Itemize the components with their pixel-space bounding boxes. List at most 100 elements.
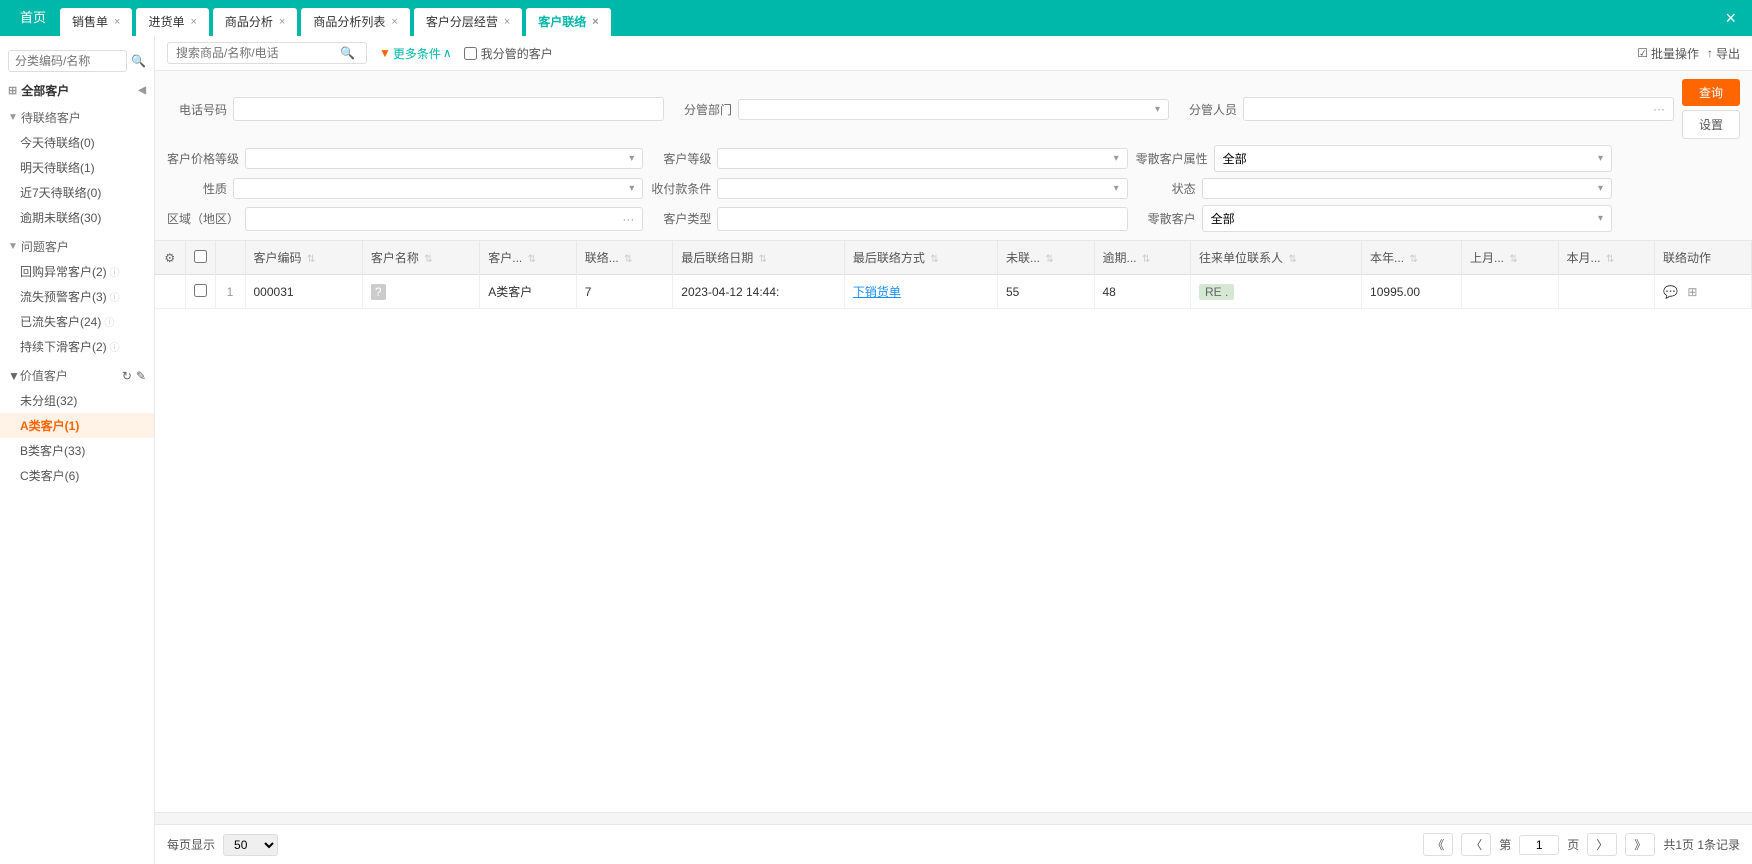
sidebar-item-churn-warning[interactable]: 流失预警客户(3) ⓘ — [0, 284, 154, 309]
first-page-button[interactable]: 《 — [1423, 833, 1453, 856]
filter-status-select[interactable]: ▾ — [1202, 178, 1612, 199]
sidebar-item-class-b[interactable]: B类客户(33) — [0, 438, 154, 463]
sort-icon-no-contact[interactable]: ⇅ — [1045, 254, 1053, 265]
sort-icon-unit[interactable]: ⇅ — [1288, 254, 1296, 265]
filter-search-icon[interactable]: 🔍 — [340, 46, 355, 60]
nav-tab-purchase[interactable]: 进货单 × — [136, 8, 208, 36]
sidebar-item-declining[interactable]: 持续下滑客户(2) ⓘ — [0, 334, 154, 359]
sidebar-item-overdue[interactable]: 逾期未联络(30) — [0, 205, 154, 230]
nav-tab-purchase-close[interactable]: × — [190, 8, 196, 36]
my-customer-checkbox[interactable]: 我分管的客户 — [464, 45, 553, 62]
th-this-year[interactable]: 本年... ⇅ — [1362, 241, 1462, 275]
filter-manager-select[interactable]: ··· — [1243, 97, 1674, 121]
sidebar-item-class-a[interactable]: A类客户(1) — [0, 413, 154, 438]
horizontal-scrollbar[interactable] — [155, 812, 1752, 824]
nav-tab-sales-close[interactable]: × — [114, 8, 120, 36]
td-row-checkbox[interactable] — [185, 275, 215, 309]
sort-icon-name[interactable]: ⇅ — [424, 254, 432, 265]
th-checkbox[interactable] — [185, 241, 215, 275]
last-page-button[interactable]: 》 — [1625, 833, 1655, 856]
td-last-contact-method[interactable]: 下销货单 — [844, 275, 997, 309]
nav-tab-customer-contact-close[interactable]: × — [592, 8, 598, 36]
sort-icon-this-month[interactable]: ⇅ — [1606, 254, 1614, 265]
th-unit-contact[interactable]: 往来单位联系人 ⇅ — [1191, 241, 1362, 275]
filter-price-level-select[interactable]: ▾ — [245, 148, 643, 169]
nav-tab-customer-mgmt-close[interactable]: × — [504, 8, 510, 36]
sidebar-collapse-icon[interactable]: ◀ — [138, 85, 146, 96]
sort-icon-overdue[interactable]: ⇅ — [1142, 254, 1150, 265]
td-actions[interactable]: 💬 ⊞ — [1655, 275, 1752, 309]
th-customer-code[interactable]: 客户编码 ⇅ — [245, 241, 362, 275]
dots-icon-region[interactable]: ··· — [622, 212, 634, 226]
th-last-contact-date[interactable]: 最后联络日期 ⇅ — [673, 241, 845, 275]
filter-payment-select[interactable]: ▾ — [717, 178, 1127, 199]
page-number-input[interactable] — [1519, 835, 1559, 855]
query-button[interactable]: 查询 — [1682, 79, 1740, 106]
nav-close-all-button[interactable]: × — [1717, 8, 1744, 29]
edit-icon[interactable]: ✎ — [136, 369, 146, 383]
sort-icon-year[interactable]: ⇅ — [1409, 254, 1417, 265]
filter-dept-select[interactable]: ▾ — [738, 99, 1169, 120]
more-filter-button[interactable]: ▼ 更多条件 ∧ — [379, 45, 452, 62]
my-customer-check[interactable] — [464, 47, 477, 60]
nav-tab-analysis-list-close[interactable]: × — [391, 8, 397, 36]
settings-button[interactable]: 设置 — [1682, 110, 1740, 139]
nav-tab-customer-mgmt[interactable]: 客户分层经营 × — [414, 8, 522, 36]
nav-home[interactable]: 首页 — [8, 0, 58, 36]
action-qr-icon[interactable]: ⊞ — [1687, 285, 1697, 299]
filter-customer-type-input[interactable] — [717, 207, 1127, 231]
sidebar-item-class-c[interactable]: C类客户(6) — [0, 463, 154, 488]
value-customer-title[interactable]: ▼ 价值客户 ↻ ✎ — [0, 363, 154, 388]
select-all-checkbox[interactable] — [194, 250, 207, 263]
filter-region-select[interactable]: ··· — [245, 207, 643, 231]
filter-nature-select[interactable]: ▾ — [233, 178, 643, 199]
prev-page-button[interactable]: 〈 — [1461, 833, 1491, 856]
th-customer-type[interactable]: 客户... ⇅ — [480, 241, 577, 275]
th-this-month[interactable]: 本月... ⇅ — [1558, 241, 1655, 275]
th-last-contact-method[interactable]: 最后联络方式 ⇅ — [844, 241, 997, 275]
sort-icon-type[interactable]: ⇅ — [528, 254, 536, 265]
pending-contact-title[interactable]: ▼ 待联络客户 — [0, 105, 154, 130]
th-contact[interactable]: 联络... ⇅ — [576, 241, 673, 275]
last-contact-method-link[interactable]: 下销货单 — [853, 285, 901, 299]
filter-search-box[interactable]: 🔍 — [167, 42, 367, 64]
page-size-select[interactable]: 50 100 200 — [223, 834, 278, 856]
sidebar-item-unclassified[interactable]: 未分组(32) — [0, 388, 154, 413]
nav-tab-customer-contact[interactable]: 客户联络 × — [526, 8, 610, 36]
filter-phone-input[interactable] — [233, 97, 664, 121]
dots-icon-manager[interactable]: ··· — [1653, 102, 1665, 116]
sort-icon-method[interactable]: ⇅ — [930, 254, 938, 265]
sidebar-item-today[interactable]: 今天待联络(0) — [0, 130, 154, 155]
filter-retail-customer-select[interactable]: 全部 ▾ — [1202, 205, 1612, 232]
th-overdue[interactable]: 逾期... ⇅ — [1094, 241, 1191, 275]
sort-icon-code[interactable]: ⇅ — [307, 254, 315, 265]
problem-customer-title[interactable]: ▼ 问题客户 — [0, 234, 154, 259]
row-checkbox[interactable] — [194, 284, 207, 297]
sort-icon-contact[interactable]: ⇅ — [624, 254, 632, 265]
th-last-month[interactable]: 上月... ⇅ — [1462, 241, 1559, 275]
sort-icon-date[interactable]: ⇅ — [759, 254, 767, 265]
th-settings[interactable]: ⚙ — [155, 241, 185, 275]
nav-tab-analysis-close[interactable]: × — [279, 8, 285, 36]
sidebar-item-tomorrow[interactable]: 明天待联络(1) — [0, 155, 154, 180]
nav-tab-analysis[interactable]: 商品分析 × — [213, 8, 297, 36]
sidebar-item-7days[interactable]: 近7天待联络(0) — [0, 180, 154, 205]
refresh-icon[interactable]: ↻ — [122, 369, 132, 383]
action-chat-icon[interactable]: 💬 — [1663, 285, 1678, 299]
batch-op-button[interactable]: ☑ 批量操作 — [1637, 45, 1699, 62]
sort-icon-last-month[interactable]: ⇅ — [1509, 254, 1517, 265]
filter-retail-attr-select[interactable]: 全部 ▾ — [1214, 145, 1612, 172]
sidebar-all-customers[interactable]: ⊞ 全部客户 ◀ — [0, 78, 154, 103]
filter-search-input[interactable] — [176, 46, 336, 60]
nav-tab-analysis-list[interactable]: 商品分析列表 × — [301, 8, 409, 36]
filter-customer-level-select[interactable]: ▾ — [717, 148, 1127, 169]
th-no-contact[interactable]: 未联... ⇅ — [997, 241, 1094, 275]
th-customer-name[interactable]: 客户名称 ⇅ — [362, 241, 479, 275]
sidebar-item-repurchase-abnormal[interactable]: 回购异常客户(2) ⓘ — [0, 259, 154, 284]
gear-icon[interactable]: ⚙ — [164, 251, 175, 265]
next-page-button[interactable]: 〉 — [1587, 833, 1617, 856]
nav-tab-sales[interactable]: 销售单 × — [60, 8, 132, 36]
sidebar-search-input[interactable] — [8, 50, 127, 72]
sidebar-item-churned[interactable]: 已流失客户(24) ⓘ — [0, 309, 154, 334]
export-button[interactable]: ↑ 导出 — [1707, 45, 1740, 62]
